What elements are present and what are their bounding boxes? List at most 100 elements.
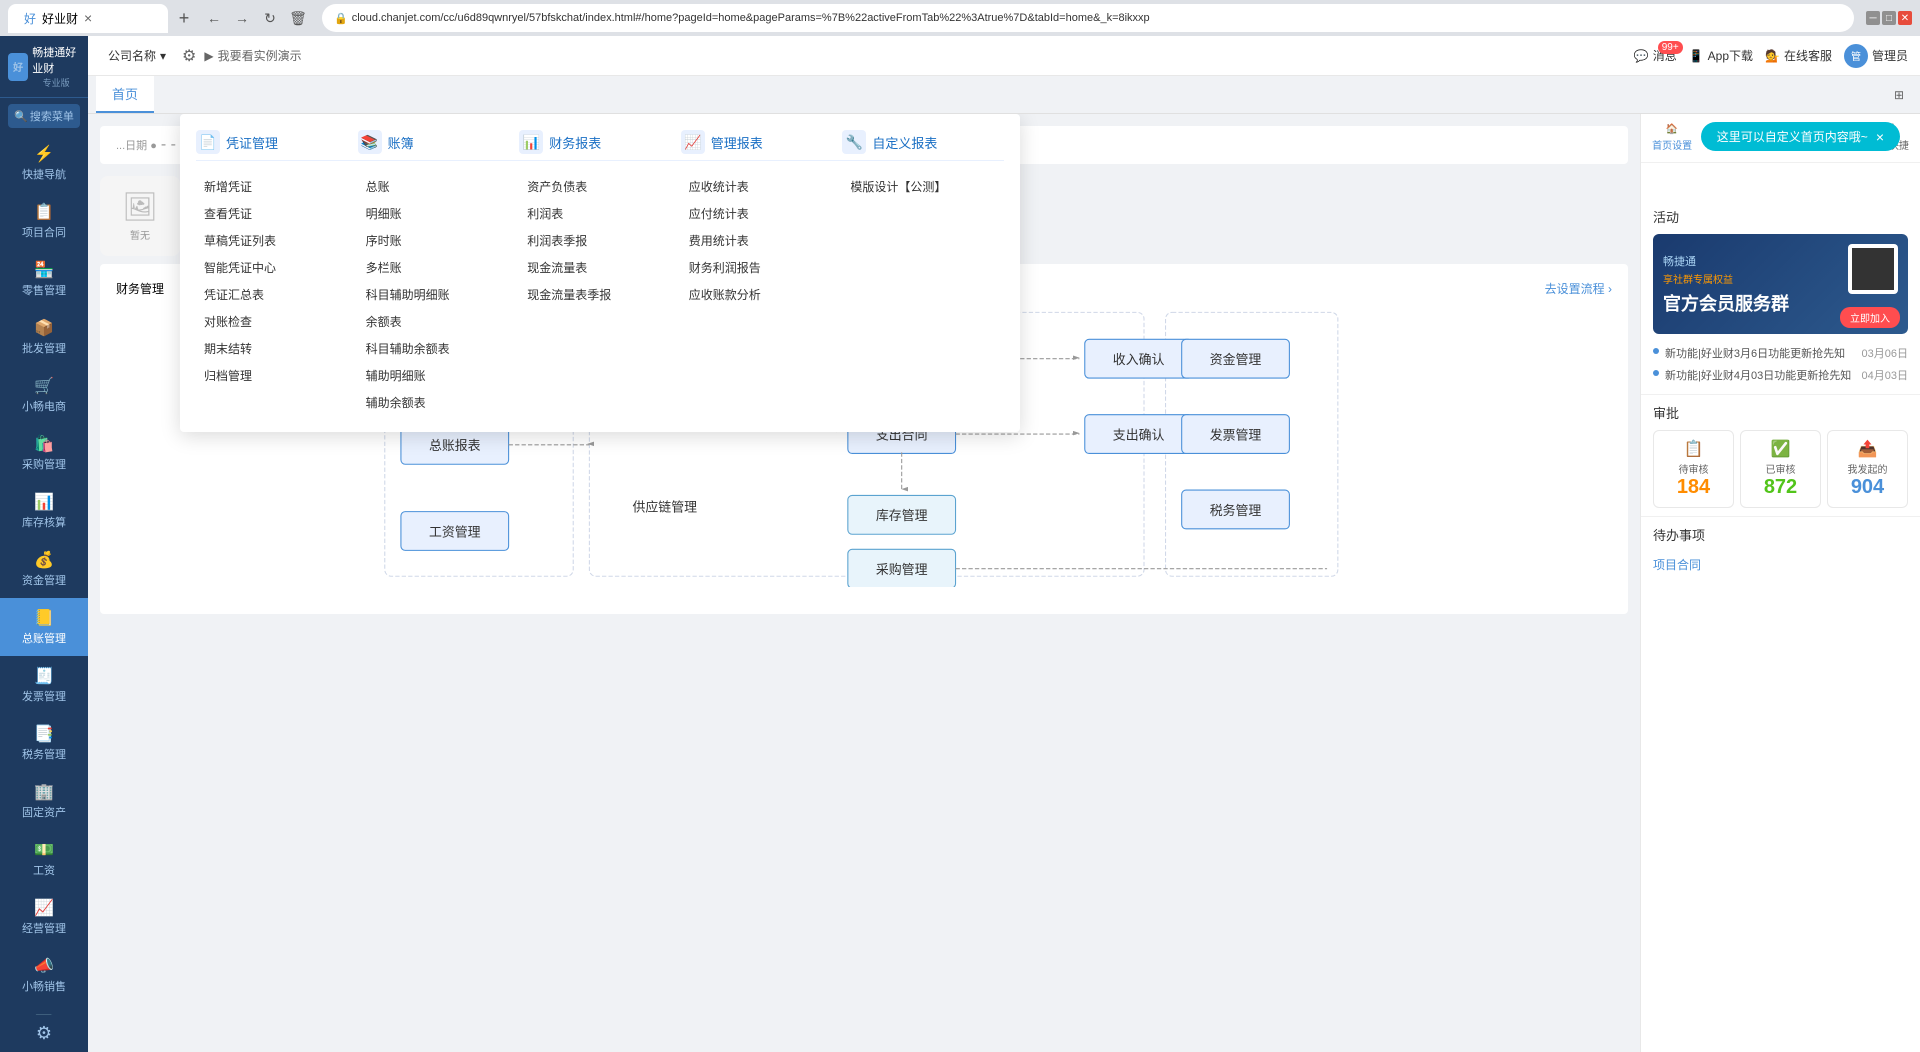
- menu-item-aux-balance[interactable]: 辅助余额表: [358, 389, 520, 416]
- sidebar-gear-btn[interactable]: ⚙: [0, 1015, 88, 1052]
- activity-item-1[interactable]: 新功能|好业财3月6日功能更新抢先知 03月06日: [1653, 342, 1908, 364]
- sidebar-item-inventory[interactable]: 📊 库存核算: [0, 482, 88, 540]
- sidebar-label-ecommerce: 小畅电商: [22, 398, 66, 414]
- sidebar-item-accounting[interactable]: 📒 总账管理: [0, 598, 88, 656]
- menu-item-expense-stat[interactable]: 费用统计表: [681, 227, 843, 254]
- menu-item-balance-sheet[interactable]: 资产负债表: [519, 173, 681, 200]
- activity-item-2[interactable]: 新功能|好业财4月03日功能更新抢先知 04月03日: [1653, 364, 1908, 386]
- tab-home[interactable]: 首页: [96, 76, 154, 113]
- menu-item-detail-ledger[interactable]: 明细账: [358, 200, 520, 227]
- sidebar-item-marketing[interactable]: 📣 小畅销售: [0, 946, 88, 1004]
- minimize-btn[interactable]: ─: [1866, 11, 1880, 25]
- nav-home-settings[interactable]: 🏠 首页设置: [1652, 124, 1692, 152]
- app-download-btn[interactable]: 📱 App下载: [1689, 47, 1753, 64]
- todo-section: 待办事项 项目合同: [1641, 517, 1920, 1052]
- menu-item-balance[interactable]: 余额表: [358, 308, 520, 335]
- back-btn[interactable]: ←: [202, 6, 226, 30]
- menu-item-profit[interactable]: 利润表: [519, 200, 681, 227]
- section-header-financial: 📊 财务报表: [519, 130, 681, 161]
- sidebar-label-inventory: 库存核算: [22, 514, 66, 530]
- menu-item-multi-col[interactable]: 多栏账: [358, 254, 520, 281]
- brand-name: 畅捷通: [1663, 256, 1696, 268]
- message-btn[interactable]: 💬 消息 99+: [1634, 47, 1677, 64]
- chevron-down-icon: ▾: [160, 49, 166, 63]
- todo-item-1[interactable]: 项目合同: [1653, 552, 1908, 577]
- close-btn[interactable]: ✕: [1898, 11, 1912, 25]
- active-tab[interactable]: 好 好业财 ×: [8, 4, 168, 33]
- menu-item-period-transfer[interactable]: 期末结转: [196, 335, 358, 362]
- activity-banner[interactable]: 畅捷通 享社群专属权益 官方会员服务群 立即加入: [1653, 234, 1908, 334]
- menu-section-ledger: 📚 账簿 总账 明细账 序时账 多栏账 科目辅助明细账 余额表 科目辅助余额表 …: [358, 130, 520, 416]
- menu-item-template-design[interactable]: 模版设计【公测】: [842, 173, 1004, 200]
- sidebar-item-ecommerce[interactable]: 🛒 小畅电商: [0, 366, 88, 424]
- avatar: 管: [1844, 44, 1868, 68]
- url-text: cloud.chanjet.com/cc/u6d89qwnryel/57bfsk…: [352, 12, 1150, 24]
- maximize-btn[interactable]: □: [1882, 11, 1896, 25]
- menu-item-receivable-analysis[interactable]: 应收账款分析: [681, 281, 843, 308]
- company-selector[interactable]: 公司名称 ▾: [100, 43, 174, 68]
- menu-item-voucher-summary[interactable]: 凭证汇总表: [196, 281, 358, 308]
- sidebar-item-wholesale[interactable]: 📦 批发管理: [0, 308, 88, 366]
- menu-item-reconcile[interactable]: 对账检查: [196, 308, 358, 335]
- menu-item-general-ledger[interactable]: 总账: [358, 173, 520, 200]
- menu-item-view-voucher[interactable]: 查看凭证: [196, 200, 358, 227]
- sidebar-item-finance[interactable]: 💰 资金管理: [0, 540, 88, 598]
- todo-label-1: 项目合同: [1653, 558, 1701, 572]
- menu-item-archive[interactable]: 归档管理: [196, 362, 358, 389]
- new-tab-btn[interactable]: +: [170, 4, 198, 32]
- company-name: 公司名称: [108, 47, 156, 64]
- menu-item-draft-voucher[interactable]: 草稿凭证列表: [196, 227, 358, 254]
- sidebar-item-tax[interactable]: 📑 税务管理: [0, 714, 88, 772]
- dropdown-overlay[interactable]: 📄 凭证管理 新增凭证 查看凭证 草稿凭证列表 智能凭证中心 凭证汇总表 对账检…: [88, 114, 1640, 1052]
- sent-label: 我发起的: [1836, 461, 1899, 476]
- menu-item-subject-balance[interactable]: 科目辅助余额表: [358, 335, 520, 362]
- sidebar-item-basic[interactable]: ℹ️ 基础信息: [0, 1004, 88, 1015]
- sidebar-item-payroll[interactable]: 💵 工资: [0, 830, 88, 888]
- menu-item-aux-detail[interactable]: 辅助明细账: [358, 362, 520, 389]
- sidebar-item-shortcut[interactable]: ⚡ 快捷导航: [0, 134, 88, 192]
- forward-btn[interactable]: →: [230, 6, 254, 30]
- custom-tooltip: 这里可以自定义首页内容哦~ ×: [1701, 122, 1900, 151]
- sidebar-item-invoice[interactable]: 🧾 发票管理: [0, 656, 88, 714]
- sidebar-item-purchase[interactable]: 🛍️ 采购管理: [0, 424, 88, 482]
- sidebar-item-operation[interactable]: 📈 经营管理: [0, 888, 88, 946]
- menu-item-journal[interactable]: 序时账: [358, 227, 520, 254]
- join-btn[interactable]: 立即加入: [1840, 307, 1900, 328]
- search-menu-btn[interactable]: 🔍 搜索菜单: [8, 104, 80, 128]
- shortcut-icon: ⚡: [34, 144, 54, 164]
- delete-btn[interactable]: 🗑: [286, 6, 310, 30]
- menu-item-receivable-stat[interactable]: 应收统计表: [681, 173, 843, 200]
- tab-close-btn[interactable]: ×: [84, 10, 92, 26]
- tab-expand-btn[interactable]: ⊞: [1886, 84, 1912, 106]
- header-settings-btn[interactable]: ⚙: [182, 46, 196, 66]
- tooltip-close-btn[interactable]: ×: [1876, 129, 1884, 145]
- user-avatar[interactable]: 管 管理员: [1844, 44, 1908, 68]
- section-header-management: 📈 管理报表: [681, 130, 843, 161]
- approval-card-sent[interactable]: 📤 我发起的 904: [1827, 430, 1908, 508]
- menu-item-cashflow[interactable]: 现金流量表: [519, 254, 681, 281]
- menu-item-profit-quarterly[interactable]: 利润表季报: [519, 227, 681, 254]
- sidebar-item-retail[interactable]: 🏪 零售管理: [0, 250, 88, 308]
- fixed-assets-icon: 🏢: [34, 782, 54, 802]
- content-area: ...日期 ● - - - - 6 完善期初 ● - - - - 7 学习开单查…: [88, 114, 1920, 1052]
- address-bar[interactable]: 🔒 cloud.chanjet.com/cc/u6d89qwnryel/57bf…: [322, 4, 1854, 32]
- sidebar-label-purchase: 采购管理: [22, 456, 66, 472]
- menu-item-new-voucher[interactable]: 新增凭证: [196, 173, 358, 200]
- menu-item-profit-report[interactable]: 财务利润报告: [681, 254, 843, 281]
- refresh-btn[interactable]: ↻: [258, 6, 282, 30]
- sidebar-label-marketing: 小畅销售: [22, 978, 66, 994]
- accounting-icon: 📒: [34, 608, 54, 628]
- sidebar-item-project[interactable]: 📋 项目合同: [0, 192, 88, 250]
- menu-item-subject-detail[interactable]: 科目辅助明细账: [358, 281, 520, 308]
- menu-item-cashflow-quarterly[interactable]: 现金流量表季报: [519, 281, 681, 308]
- approval-card-pending[interactable]: 📋 待审核 184: [1653, 430, 1734, 508]
- menu-item-smart-voucher[interactable]: 智能凭证中心: [196, 254, 358, 281]
- sidebar-item-fixed-assets[interactable]: 🏢 固定资产: [0, 772, 88, 830]
- menu-item-payable-stat[interactable]: 应付统计表: [681, 200, 843, 227]
- approval-card-done[interactable]: ✅ 已审核 872: [1740, 430, 1821, 508]
- sidebar-label-fixed-assets: 固定资产: [22, 804, 66, 820]
- online-service-btn[interactable]: 💁 在线客服: [1765, 47, 1832, 64]
- service-icon: 💁: [1765, 49, 1780, 63]
- wholesale-icon: 📦: [34, 318, 54, 338]
- demo-link[interactable]: ▶ 我要看实例演示: [204, 47, 301, 64]
